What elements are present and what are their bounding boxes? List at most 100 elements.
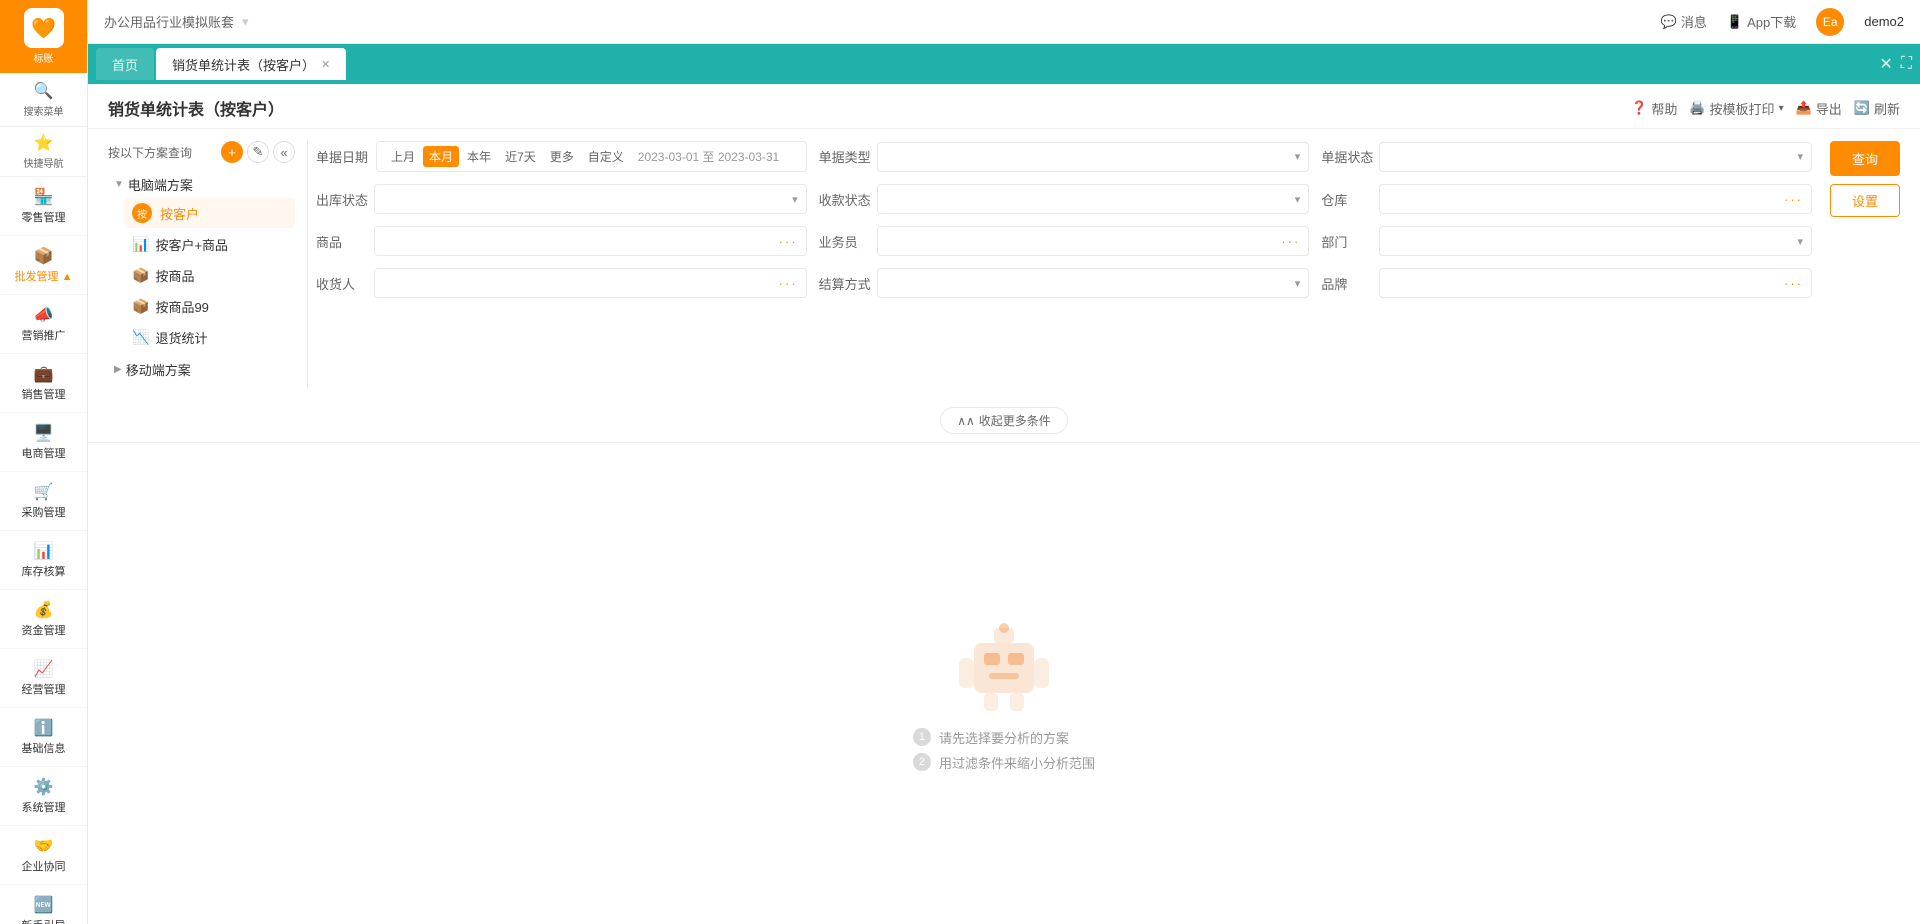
docstatus-select[interactable]: ▾ [1379, 142, 1812, 172]
filter-settlement-item: 结算方式 ▾ [819, 268, 1310, 298]
sidebar-item-ecommerce[interactable]: 🖥️ 电商管理 [0, 413, 87, 472]
filter-form: 单据日期 上月 本月 本年 近7天 更多 [316, 141, 1812, 387]
template-print-button[interactable]: 🖨️ 按模板打印 ▾ [1689, 99, 1783, 118]
app-download-button[interactable]: 📱 App下载 [1727, 12, 1796, 31]
sidebar-label-wholesale: 批发管理 ▲ [15, 268, 73, 284]
settlement-select[interactable]: ▾ [877, 268, 1310, 298]
filter-row-2: 出库状态 ▾ 收款状态 ▾ [316, 184, 1812, 214]
sidebar-label-operation: 经营管理 [22, 681, 66, 697]
sidebar-item-quicknav[interactable]: ⭐ 快捷导航 [0, 127, 87, 177]
add-scheme-button[interactable]: + [221, 141, 243, 163]
doctype-select[interactable]: ▾ [877, 142, 1310, 172]
sidebar-item-search[interactable]: 🔍 搜索菜单 [0, 73, 87, 127]
app-logo[interactable]: 🧡 标账 [0, 0, 87, 73]
tree-leaf-goods99-label: 按商品99 [155, 297, 208, 316]
sidebar-label-marketing: 营销推广 [22, 327, 66, 343]
app-download-label: App下载 [1747, 12, 1796, 31]
date-picker[interactable]: 上月 本月 本年 近7天 更多 自定义 2023-03-01 至 2023-03… [376, 141, 807, 172]
outstatus-select[interactable]: ▾ [374, 184, 807, 214]
username-text[interactable]: demo2 [1864, 14, 1904, 29]
tab-report-label: 销货单统计表（按客户） [172, 55, 315, 74]
staff-select[interactable]: ··· [877, 226, 1310, 256]
settings-button[interactable]: 设置 [1830, 184, 1900, 217]
tab-maximize-icon[interactable]: ⛶ [1901, 55, 1912, 73]
filter-row-4: 收货人 ··· 结算方式 ▾ [316, 268, 1812, 298]
quicknav-icon: ⭐ [34, 133, 54, 153]
sidebar-label-system: 系统管理 [22, 799, 66, 815]
sidebar-item-marketing[interactable]: 📣 营销推广 [0, 295, 87, 354]
filter-date-item: 单据日期 上月 本月 本年 近7天 更多 [316, 141, 807, 172]
return-icon: 📉 [132, 329, 149, 346]
sidebar-label-finance: 资金管理 [22, 622, 66, 638]
tree-leaf-customer-goods[interactable]: 📊 按客户+商品 [124, 230, 295, 259]
query-button[interactable]: 查询 [1830, 141, 1900, 176]
sidebar-item-system[interactable]: ⚙️ 系统管理 [0, 767, 87, 826]
tree-desktop-label[interactable]: ▼ 电脑端方案 [108, 171, 295, 198]
dept-label: 部门 [1321, 232, 1371, 251]
hint-num-1: 1 [913, 728, 931, 746]
tree-leaf-by-goods99[interactable]: 📦 按商品99 [124, 292, 295, 321]
tree-leaf-return-stats[interactable]: 📉 退货统计 [124, 323, 295, 352]
tree-leaf-return-label: 退货统计 [155, 328, 207, 347]
empty-hints: 1 请先选择要分析的方案 2 用过滤条件来缩小分析范围 [913, 728, 1095, 772]
sidebar-item-newbie[interactable]: 🆕 新手引导 [0, 885, 87, 924]
sidebar-item-label-search: 搜索菜单 [24, 103, 64, 118]
message-button[interactable]: 💬 消息 [1661, 12, 1707, 31]
goods-select[interactable]: ··· [374, 226, 807, 256]
collapse-conditions-button[interactable]: ∧∧ 收起更多条件 [940, 407, 1068, 434]
breadcrumb: 办公用品行业模拟账套 [104, 12, 234, 31]
sidebar-item-basicinfo[interactable]: ℹ️ 基础信息 [0, 708, 87, 767]
filter-dept-item: 部门 ▾ [1321, 226, 1812, 256]
hint-text-1: 请先选择要分析的方案 [939, 728, 1069, 747]
tab-close-window-icon[interactable]: ✕ [1879, 54, 1892, 74]
tree-mobile-text: 移动端方案 [126, 360, 191, 379]
tab-report[interactable]: 销货单统计表（按客户） ✕ [156, 48, 346, 80]
date-tab-this-year[interactable]: 本年 [461, 146, 497, 167]
refresh-button[interactable]: 🔄 刷新 [1854, 99, 1900, 118]
wholesale-icon: 📦 [34, 246, 54, 266]
sidebar-item-sales[interactable]: 💼 销售管理 [0, 354, 87, 413]
sidebar-item-wholesale[interactable]: 📦 批发管理 ▲ [0, 236, 87, 295]
brand-select[interactable]: ··· [1379, 268, 1812, 298]
date-tab-more[interactable]: 更多 [544, 146, 580, 167]
page-actions: ❓ 帮助 🖨️ 按模板打印 ▾ 📤 导出 🔄 刷新 [1631, 99, 1900, 118]
outstatus-arrow-icon: ▾ [792, 193, 798, 206]
sidebar-item-inventory[interactable]: 📊 库存核算 [0, 531, 87, 590]
collapse-scheme-button[interactable]: « [273, 141, 295, 163]
top-header-left: 办公用品行业模拟账套 ▾ [104, 12, 249, 31]
print-arrow-icon: ▾ [1779, 103, 1784, 114]
tree-mobile-label[interactable]: ▶ 移动端方案 [108, 356, 295, 383]
tree-leaf-by-customer[interactable]: 按 按客户 [124, 198, 295, 228]
page-title: 销货单统计表（按客户） [108, 96, 284, 120]
sales-icon: 💼 [34, 364, 54, 384]
date-tab-this-month[interactable]: 本月 [423, 146, 459, 167]
top-header: 办公用品行业模拟账套 ▾ 💬 消息 📱 App下载 Ea demo2 [88, 0, 1920, 44]
breadcrumb-arrow: ▾ [242, 14, 249, 30]
consignee-select[interactable]: ··· [374, 268, 807, 298]
sidebar-item-purchase[interactable]: 🛒 采购管理 [0, 472, 87, 531]
receiptstatus-select[interactable]: ▾ [877, 184, 1310, 214]
active-dot-icon: 按 [132, 203, 152, 223]
sidebar-item-operation[interactable]: 📈 经营管理 [0, 649, 87, 708]
edit-scheme-button[interactable]: ✎ [247, 141, 269, 163]
dept-select[interactable]: ▾ [1379, 226, 1812, 256]
staff-label: 业务员 [819, 232, 869, 251]
sidebar-label-sales: 销售管理 [22, 386, 66, 402]
help-button[interactable]: ❓ 帮助 [1631, 99, 1677, 118]
tab-home[interactable]: 首页 [96, 48, 154, 80]
brand-label: 品牌 [1321, 274, 1371, 293]
sidebar-item-enterprise[interactable]: 🤝 企业协同 [0, 826, 87, 885]
sidebar-item-retail[interactable]: 🏪 零售管理 [0, 177, 87, 236]
date-tab-custom[interactable]: 自定义 [582, 146, 630, 167]
basicinfo-icon: ℹ️ [34, 718, 54, 738]
export-button[interactable]: 📤 导出 [1796, 99, 1842, 118]
date-tab-last-month[interactable]: 上月 [385, 146, 421, 167]
tab-close-icon[interactable]: ✕ [321, 58, 330, 71]
date-label: 单据日期 [316, 147, 368, 166]
date-tab-7days[interactable]: 近7天 [499, 146, 542, 167]
user-avatar[interactable]: Ea [1816, 8, 1844, 36]
warehouse-select[interactable]: ··· [1379, 184, 1812, 214]
collapse-label: 收起更多条件 [979, 412, 1051, 429]
sidebar-item-finance[interactable]: 💰 资金管理 [0, 590, 87, 649]
tree-leaf-by-goods[interactable]: 📦 按商品 [124, 261, 295, 290]
